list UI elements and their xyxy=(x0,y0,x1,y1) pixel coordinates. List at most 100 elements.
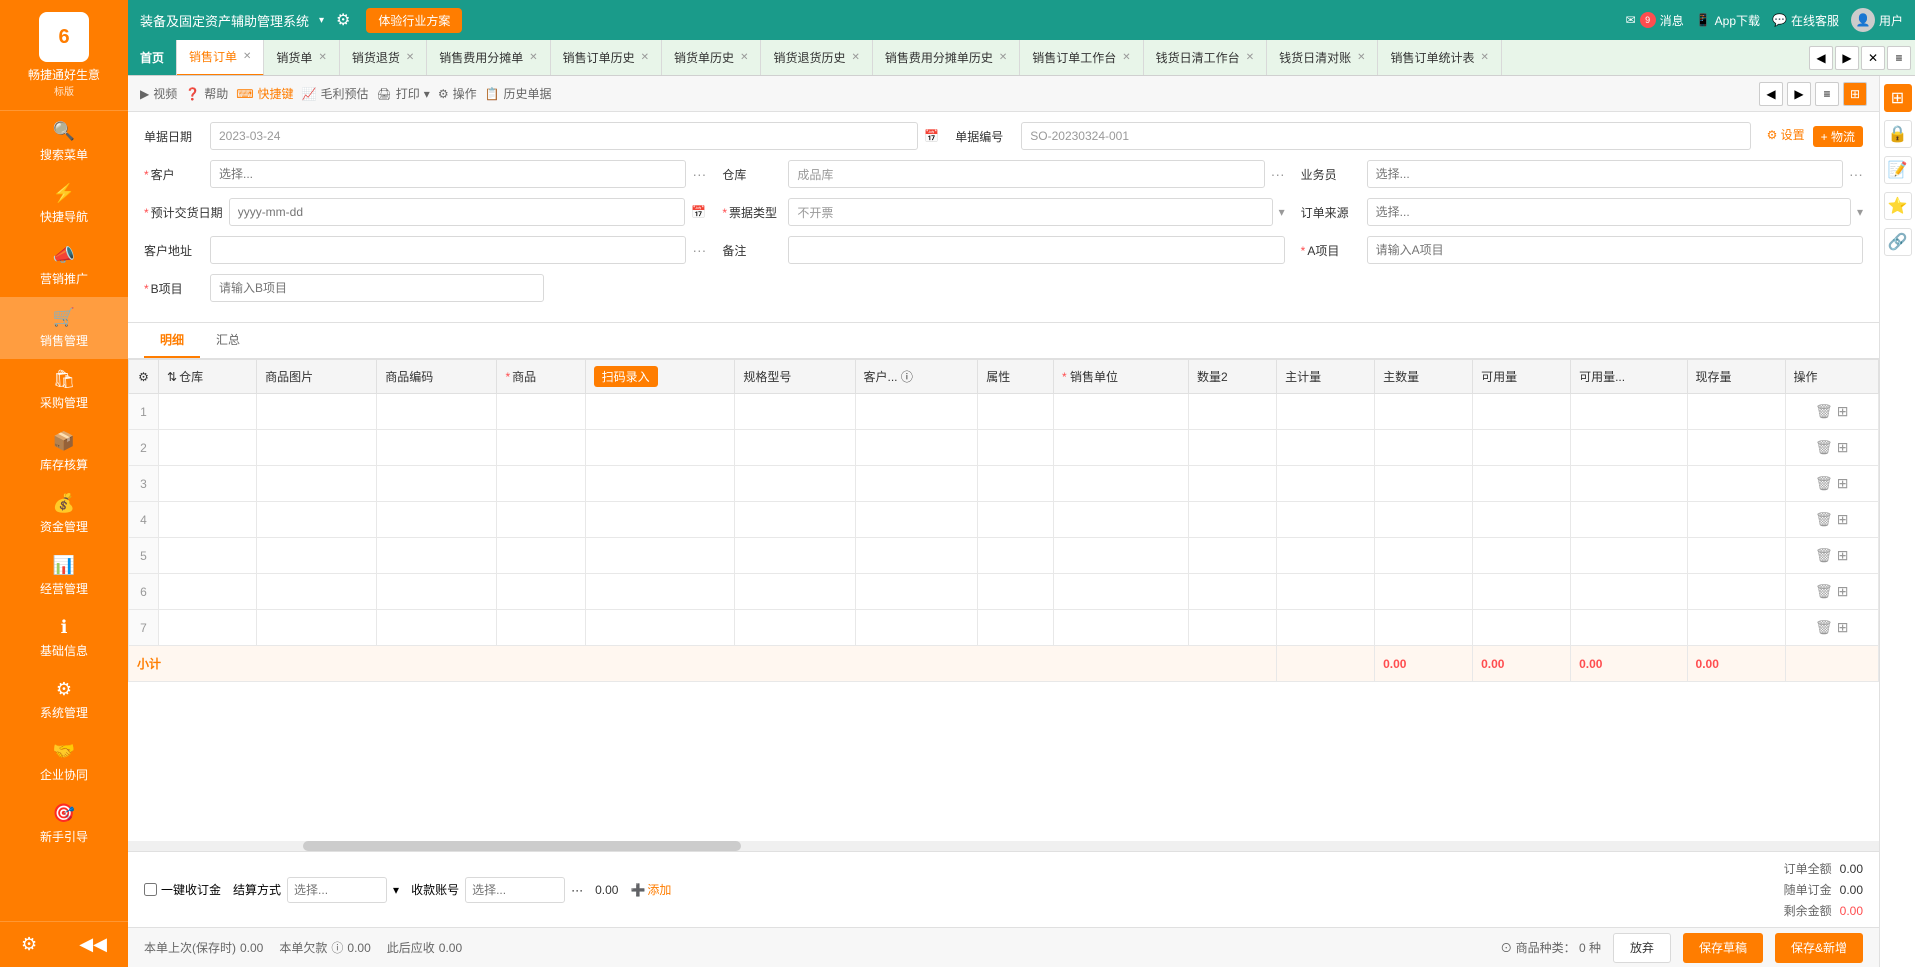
sidebar-item-marketing[interactable]: 📣 营销推广 xyxy=(0,235,128,297)
row-7-delete-btn[interactable]: 🗑 xyxy=(1815,619,1833,636)
tab-close-return-history[interactable]: ✕ xyxy=(851,52,859,63)
user-menu-btn[interactable]: 👤 用户 xyxy=(1851,8,1903,32)
tab-close-daily-workbench[interactable]: ✕ xyxy=(1246,52,1254,63)
toolbar-help[interactable]: ❓ 帮助 xyxy=(185,85,228,102)
row-4-delete-btn[interactable]: 🗑 xyxy=(1815,511,1833,528)
save-new-btn[interactable]: 保存&新增 xyxy=(1775,933,1863,963)
tab-expense-history[interactable]: 销售费用分摊单历史 ✕ xyxy=(873,40,1020,76)
add-payment-btn[interactable]: ➕ 添加 xyxy=(630,881,671,898)
row-2-copy-btn[interactable]: ⊞ xyxy=(1837,439,1849,456)
tab-invoice-history[interactable]: 销货单历史 ✕ xyxy=(662,40,761,76)
col-settings-icon[interactable]: ⚙ xyxy=(138,370,149,384)
tab-sales-order[interactable]: 销售订单 ✕ xyxy=(177,40,264,76)
sidebar-settings-btn[interactable]: ⚙ xyxy=(17,930,41,959)
note-input[interactable] xyxy=(788,236,1284,264)
account-more-icon[interactable]: ··· xyxy=(571,883,583,897)
tab-daily-workbench[interactable]: 钱货日清工作台 ✕ xyxy=(1144,40,1267,76)
sidebar-item-quick-nav[interactable]: ⚡ 快捷导航 xyxy=(0,173,128,235)
row-1-copy-btn[interactable]: ⊞ xyxy=(1837,403,1849,420)
scan-btn[interactable]: 扫码录入 xyxy=(594,366,658,387)
tab-daily-reconciliation[interactable]: 钱货日清对账 ✕ xyxy=(1267,40,1378,76)
address-more-icon[interactable]: ··· xyxy=(692,242,706,258)
sidebar-item-finance[interactable]: 💰 资金管理 xyxy=(0,483,128,545)
toolbar-video[interactable]: ▶ 视频 xyxy=(140,85,177,102)
payment-dropdown-icon[interactable]: ▾ xyxy=(393,883,399,897)
b-project-input[interactable] xyxy=(210,274,544,302)
row-1-stock-qty[interactable] xyxy=(1687,394,1785,430)
tab-sales-invoice[interactable]: 销货单 ✕ xyxy=(264,40,339,76)
settings-btn[interactable]: ⚙ 设置 xyxy=(1767,126,1805,147)
scrollbar-thumb[interactable] xyxy=(303,841,741,851)
row-1-unit[interactable] xyxy=(1054,394,1189,430)
row-1-qty2[interactable] xyxy=(1188,394,1276,430)
row-1-customer-code[interactable] xyxy=(855,394,978,430)
tab-close-sales-invoice[interactable]: ✕ xyxy=(318,52,326,63)
toolbar-expand-btn[interactable]: ⊞ xyxy=(1843,82,1867,106)
row-2-delete-btn[interactable]: 🗑 xyxy=(1815,439,1833,456)
row-5-delete-btn[interactable]: 🗑 xyxy=(1815,547,1833,564)
tab-home[interactable]: 首页 xyxy=(128,40,177,76)
tab-close-expense-history[interactable]: ✕ xyxy=(999,52,1007,63)
industry-solution-btn[interactable]: 体验行业方案 xyxy=(366,8,462,33)
one-key-checkbox[interactable]: 一键收订金 xyxy=(144,881,221,898)
sidebar-item-basic-info[interactable]: ℹ 基础信息 xyxy=(0,607,128,669)
discard-btn[interactable]: 放弃 xyxy=(1613,933,1671,963)
tab-order-workbench[interactable]: 销售订单工作台 ✕ xyxy=(1020,40,1143,76)
horizontal-scrollbar[interactable] xyxy=(128,841,1879,851)
tab-return-history[interactable]: 销货退货历史 ✕ xyxy=(761,40,872,76)
toolbar-grid-view[interactable]: ≡ xyxy=(1815,82,1839,106)
row-1-delete-btn[interactable]: 🗑 xyxy=(1815,403,1833,420)
salesperson-more-icon[interactable]: ··· xyxy=(1849,166,1863,182)
row-1-warehouse[interactable] xyxy=(159,394,257,430)
row-6-copy-btn[interactable]: ⊞ xyxy=(1837,583,1849,600)
sidebar-item-enterprise[interactable]: 🤝 企业协同 xyxy=(0,731,128,793)
sidebar-item-guide[interactable]: 🎯 新手引导 xyxy=(0,793,128,855)
sidebar-item-inventory[interactable]: 📦 库存核算 xyxy=(0,421,128,483)
customer-address-input[interactable] xyxy=(210,236,686,264)
order-source-arrow[interactable]: ▾ xyxy=(1857,205,1863,219)
sidebar-item-search[interactable]: 🔍 搜索菜单 xyxy=(0,111,128,173)
tab-close-daily-reconciliation[interactable]: ✕ xyxy=(1357,52,1365,63)
tab-sales-expense[interactable]: 销售费用分摊单 ✕ xyxy=(427,40,550,76)
tab-close-sales-order[interactable]: ✕ xyxy=(243,51,251,62)
warehouse-more-icon[interactable]: ··· xyxy=(1271,166,1285,182)
row-1-code[interactable] xyxy=(377,394,497,430)
app-download-btn[interactable]: 📱 App下载 xyxy=(1696,12,1760,29)
row-1-avail-qty[interactable] xyxy=(1473,394,1571,430)
right-float-star-btn[interactable]: ⭐ xyxy=(1884,192,1912,220)
tab-grid-view[interactable]: ≡ xyxy=(1887,46,1911,70)
order-source-input[interactable] xyxy=(1367,198,1851,226)
right-float-notes-btn[interactable]: 📝 xyxy=(1884,156,1912,184)
customer-input[interactable] xyxy=(210,160,686,188)
delivery-calendar-icon[interactable]: 📅 xyxy=(691,205,706,219)
warehouse-input[interactable] xyxy=(788,160,1264,188)
row-3-delete-btn[interactable]: 🗑 xyxy=(1815,475,1833,492)
tab-close-order-workbench[interactable]: ✕ xyxy=(1122,52,1130,63)
bill-date-input[interactable] xyxy=(210,122,918,150)
tab-close-sales-stats[interactable]: ✕ xyxy=(1481,52,1489,63)
tab-close-sales-expense[interactable]: ✕ xyxy=(529,52,537,63)
delivery-date-input[interactable] xyxy=(229,198,686,226)
tab-nav-right[interactable]: ▶ xyxy=(1835,46,1859,70)
row-6-delete-btn[interactable]: 🗑 xyxy=(1815,583,1833,600)
system-title-dropdown[interactable]: ▾ xyxy=(319,15,324,26)
sidebar-item-operations[interactable]: 📊 经营管理 xyxy=(0,545,128,607)
salesperson-input[interactable] xyxy=(1367,160,1843,188)
online-service-btn[interactable]: 💬 在线客服 xyxy=(1772,12,1839,29)
toolbar-nav-right[interactable]: ▶ xyxy=(1787,82,1811,106)
row-1-main-unit[interactable] xyxy=(1277,394,1375,430)
toolbar-history[interactable]: 📋 历史单据 xyxy=(485,85,552,102)
row-1-main-qty[interactable] xyxy=(1375,394,1473,430)
invoice-type-arrow[interactable]: ▾ xyxy=(1279,205,1285,219)
one-key-checkbox-input[interactable] xyxy=(144,883,157,896)
row-3-copy-btn[interactable]: ⊞ xyxy=(1837,475,1849,492)
invoice-type-input[interactable] xyxy=(788,198,1272,226)
sidebar-collapse-btn[interactable]: ◀◀ xyxy=(75,930,111,959)
sidebar-item-purchase[interactable]: 🛍 采购管理 xyxy=(0,359,128,421)
tab-close-all[interactable]: ✕ xyxy=(1861,46,1885,70)
bill-no-input[interactable] xyxy=(1021,122,1750,150)
calendar-icon[interactable]: 📅 xyxy=(924,129,939,143)
col-settings[interactable]: ⚙ xyxy=(129,360,159,394)
add-item-btn[interactable]: + 物流 xyxy=(1813,126,1863,147)
toolbar-nav-left[interactable]: ◀ xyxy=(1759,82,1783,106)
